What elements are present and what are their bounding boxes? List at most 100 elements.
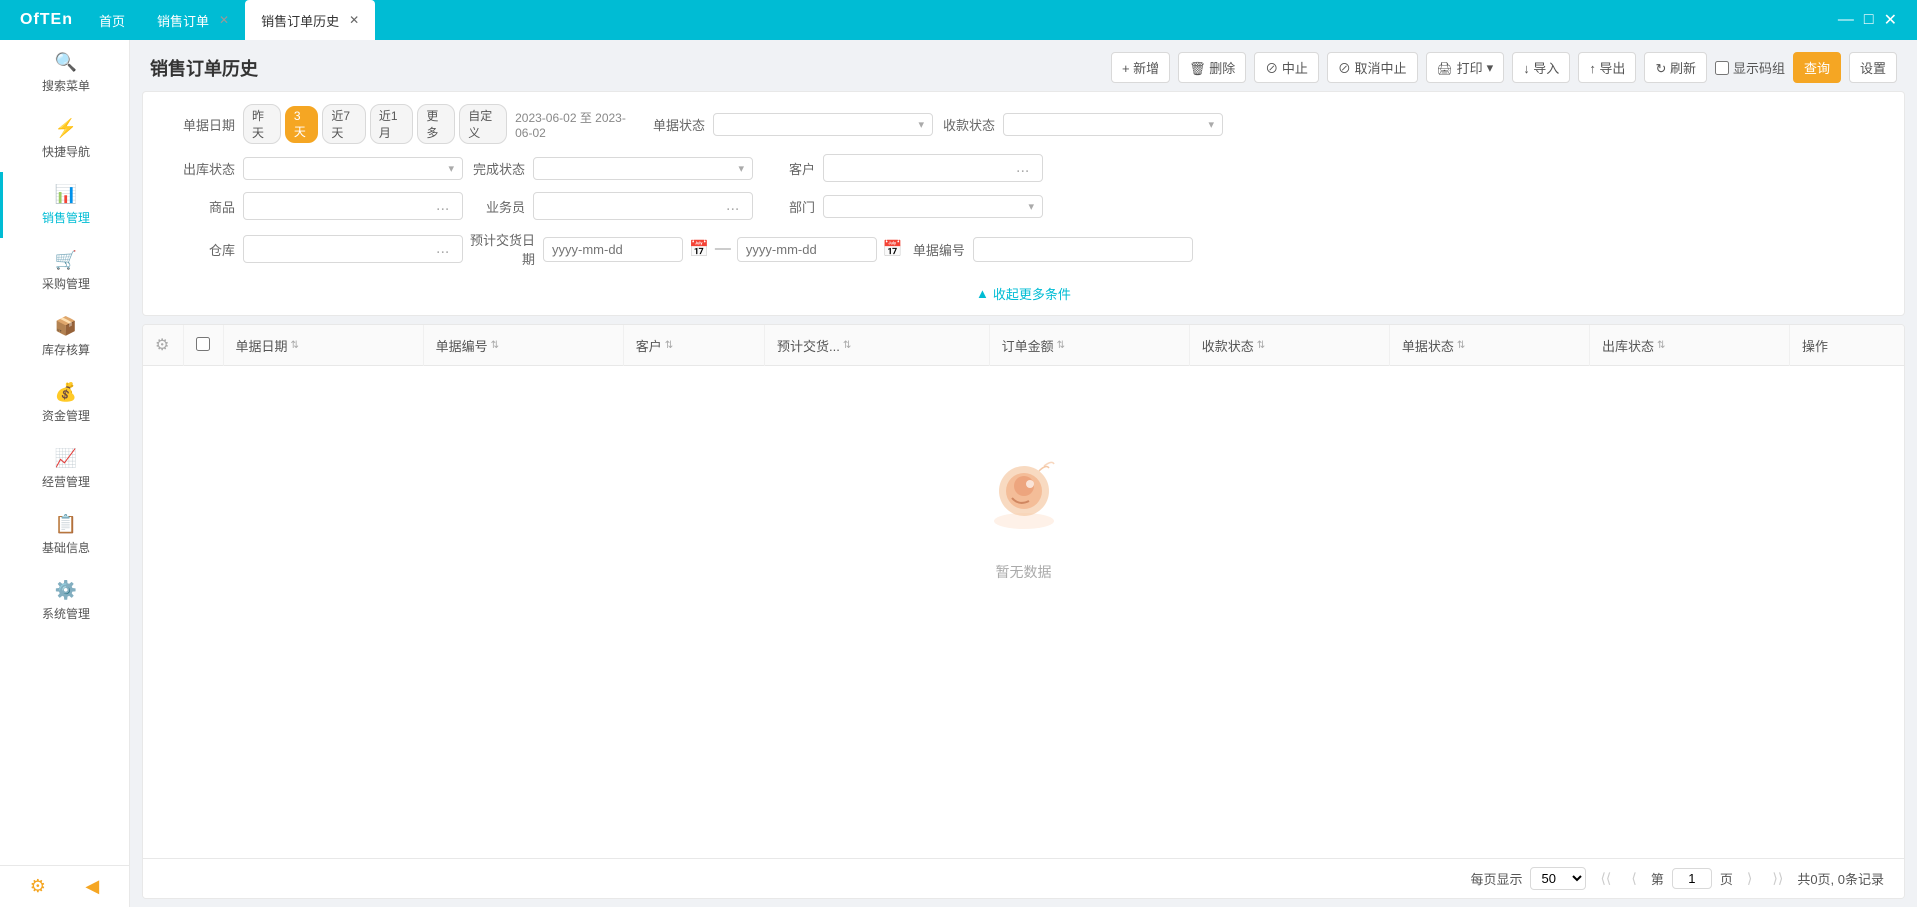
empty-state: 暂无数据 bbox=[143, 366, 1904, 662]
minimize-btn[interactable]: — bbox=[1838, 11, 1854, 29]
salesperson-input[interactable] bbox=[542, 199, 722, 214]
th-bill-no-sort-icon: ⇅ bbox=[491, 340, 499, 351]
sidebar-item-inventory-calc-label: 库存核算 bbox=[42, 341, 90, 358]
tab-sales-order-close[interactable]: ✕ bbox=[219, 13, 229, 27]
tab-sales-order-history-close[interactable]: ✕ bbox=[349, 13, 359, 27]
th-out-status[interactable]: 出库状态 ⇅ bbox=[1589, 325, 1789, 366]
delete-button[interactable]: 🗑 删除 bbox=[1178, 52, 1246, 83]
warehouse-dots-btn[interactable]: ... bbox=[432, 240, 453, 258]
select-all-checkbox[interactable] bbox=[196, 337, 210, 351]
cal-from-icon[interactable]: 📅 bbox=[689, 239, 709, 259]
date-btn-7days[interactable]: 近7天 bbox=[322, 104, 365, 144]
sales-mgmt-icon: 📊 bbox=[55, 184, 77, 205]
goods-input-wrapper: ... bbox=[243, 192, 463, 220]
th-receipt-status[interactable]: 收款状态 ⇅ bbox=[1189, 325, 1389, 366]
th-order-amount[interactable]: 订单金额 ⇅ bbox=[989, 325, 1189, 366]
data-table: ⚙ 单据日期 ⇅ bbox=[143, 325, 1904, 366]
date-btn-custom[interactable]: 自定义 bbox=[459, 104, 507, 144]
sidebar-item-basic-info[interactable]: 📋 基础信息 bbox=[0, 502, 129, 568]
total-label: 共0页, 0条记录 bbox=[1797, 869, 1884, 888]
next-page-btn[interactable]: ⟩ bbox=[1741, 868, 1758, 889]
receipt-status-chevron-icon: ▾ bbox=[1208, 118, 1214, 131]
th-settings: ⚙ bbox=[143, 325, 183, 366]
top-bar: OfTEn 首页 销售订单 ✕ 销售订单历史 ✕ — □ ✕ bbox=[0, 0, 1917, 40]
goods-input[interactable] bbox=[252, 199, 432, 214]
refresh-button[interactable]: ↻ 刷新 bbox=[1644, 52, 1707, 83]
tab-sales-order[interactable]: 销售订单 ✕ bbox=[141, 0, 245, 40]
per-page-select[interactable]: 20 50 100 200 bbox=[1530, 867, 1586, 890]
th-bill-status[interactable]: 单据状态 ⇅ bbox=[1389, 325, 1589, 366]
sidebar: 🔍 搜索菜单 ⚡ 快捷导航 📊 销售管理 🛒 采购管理 📦 库存核算 💰 资金管… bbox=[0, 40, 130, 907]
last-page-btn[interactable]: ⟩⟩ bbox=[1766, 868, 1789, 889]
empty-illustration bbox=[974, 446, 1074, 546]
customer-dots-btn[interactable]: ... bbox=[1012, 159, 1033, 177]
warehouse-input[interactable] bbox=[252, 242, 432, 257]
bill-status-select[interactable]: ▾ bbox=[713, 113, 933, 136]
cal-to-icon[interactable]: 📅 bbox=[883, 239, 903, 259]
table-settings-icon[interactable]: ⚙ bbox=[155, 337, 169, 354]
sidebar-item-sales-mgmt[interactable]: 📊 销售管理 bbox=[0, 172, 129, 238]
out-status-select[interactable]: ▾ bbox=[243, 157, 463, 180]
date-btn-today[interactable]: 昨天 bbox=[243, 104, 281, 144]
prev-page-btn[interactable]: ⟨ bbox=[1625, 868, 1642, 889]
cancel-stop-button[interactable]: ⊘ 取消中止 bbox=[1327, 52, 1418, 83]
salesperson-label: 业务员 bbox=[463, 197, 533, 216]
settings-button[interactable]: 设置 bbox=[1849, 52, 1897, 83]
sidebar-item-sys-mgmt[interactable]: ⚙️ 系统管理 bbox=[0, 568, 129, 634]
dept-select[interactable]: ▾ bbox=[823, 195, 1043, 218]
sidebar-item-quick-nav[interactable]: ⚡ 快捷导航 bbox=[0, 106, 129, 172]
sidebar-item-ops-mgmt[interactable]: 📈 经营管理 bbox=[0, 436, 129, 502]
th-bill-no[interactable]: 单据编号 ⇅ bbox=[423, 325, 623, 366]
dept-label: 部门 bbox=[753, 197, 823, 216]
salesperson-dots-btn[interactable]: ... bbox=[722, 197, 743, 215]
receipt-status-select[interactable]: ▾ bbox=[1003, 113, 1223, 136]
logo: OfTEn bbox=[10, 11, 83, 29]
sidebar-collapse-icon[interactable]: ◀ bbox=[85, 876, 99, 897]
th-out-status-sort-icon: ⇅ bbox=[1657, 340, 1665, 351]
sidebar-item-fund-mgmt-label: 资金管理 bbox=[42, 407, 90, 424]
tab-home[interactable]: 首页 bbox=[83, 0, 141, 40]
customer-input[interactable] bbox=[832, 161, 1012, 176]
display-cols-checkbox[interactable] bbox=[1715, 61, 1729, 75]
inventory-calc-icon: 📦 bbox=[55, 316, 77, 337]
import-button[interactable]: ↓ 导入 bbox=[1512, 52, 1570, 83]
date-btn-more[interactable]: 更多 bbox=[417, 104, 455, 144]
customer-label: 客户 bbox=[753, 159, 823, 178]
maximize-btn[interactable]: □ bbox=[1864, 11, 1874, 29]
date-label: 单据日期 bbox=[163, 115, 243, 134]
done-status-select[interactable]: ▾ bbox=[533, 157, 753, 180]
th-bill-date[interactable]: 单据日期 ⇅ bbox=[223, 325, 423, 366]
sidebar-item-sales-mgmt-label: 销售管理 bbox=[42, 209, 90, 226]
query-button[interactable]: 查询 bbox=[1793, 52, 1841, 83]
export-button[interactable]: ↑ 导出 bbox=[1578, 52, 1636, 83]
sidebar-item-purchase-mgmt[interactable]: 🛒 采购管理 bbox=[0, 238, 129, 304]
stop-button[interactable]: ⊘ 中止 bbox=[1254, 52, 1319, 83]
sidebar-item-ops-mgmt-label: 经营管理 bbox=[42, 473, 90, 490]
th-expected-delivery[interactable]: 预计交货... ⇅ bbox=[764, 325, 989, 366]
close-btn[interactable]: ✕ bbox=[1884, 10, 1897, 30]
first-page-btn[interactable]: ⟨⟨ bbox=[1594, 868, 1617, 889]
print-button[interactable]: 🖨 打印 ▾ bbox=[1426, 52, 1505, 83]
sidebar-item-fund-mgmt[interactable]: 💰 资金管理 bbox=[0, 370, 129, 436]
empty-text: 暂无数据 bbox=[996, 562, 1052, 582]
display-cols-checkbox-wrapper[interactable]: 显示码组 bbox=[1715, 58, 1785, 77]
th-customer[interactable]: 客户 ⇅ bbox=[623, 325, 764, 366]
th-operation: 操作 bbox=[1790, 325, 1904, 366]
date-btn-3days[interactable]: 3天 bbox=[285, 106, 319, 143]
collapse-more-btn[interactable]: ▲ 收起更多条件 bbox=[163, 278, 1884, 303]
new-button[interactable]: + 新增 bbox=[1111, 52, 1170, 83]
sidebar-item-search-menu[interactable]: 🔍 搜索菜单 bbox=[0, 40, 129, 106]
fund-mgmt-icon: 💰 bbox=[55, 382, 77, 403]
expected-date-to[interactable] bbox=[737, 237, 877, 262]
page-input[interactable] bbox=[1672, 868, 1712, 889]
tab-sales-order-history[interactable]: 销售订单历史 ✕ bbox=[245, 0, 375, 40]
expected-date-from[interactable] bbox=[543, 237, 683, 262]
warehouse-label: 仓库 bbox=[163, 240, 243, 259]
bill-no-input[interactable] bbox=[973, 237, 1193, 262]
goods-dots-btn[interactable]: ... bbox=[432, 197, 453, 215]
sidebar-item-inventory-calc[interactable]: 📦 库存核算 bbox=[0, 304, 129, 370]
collapse-label: 收起更多条件 bbox=[993, 284, 1071, 303]
sidebar-settings-icon[interactable]: ⚙ bbox=[30, 876, 46, 897]
date-btn-1month[interactable]: 近1月 bbox=[370, 104, 413, 144]
th-bill-status-label: 单据状态 bbox=[1402, 336, 1454, 355]
